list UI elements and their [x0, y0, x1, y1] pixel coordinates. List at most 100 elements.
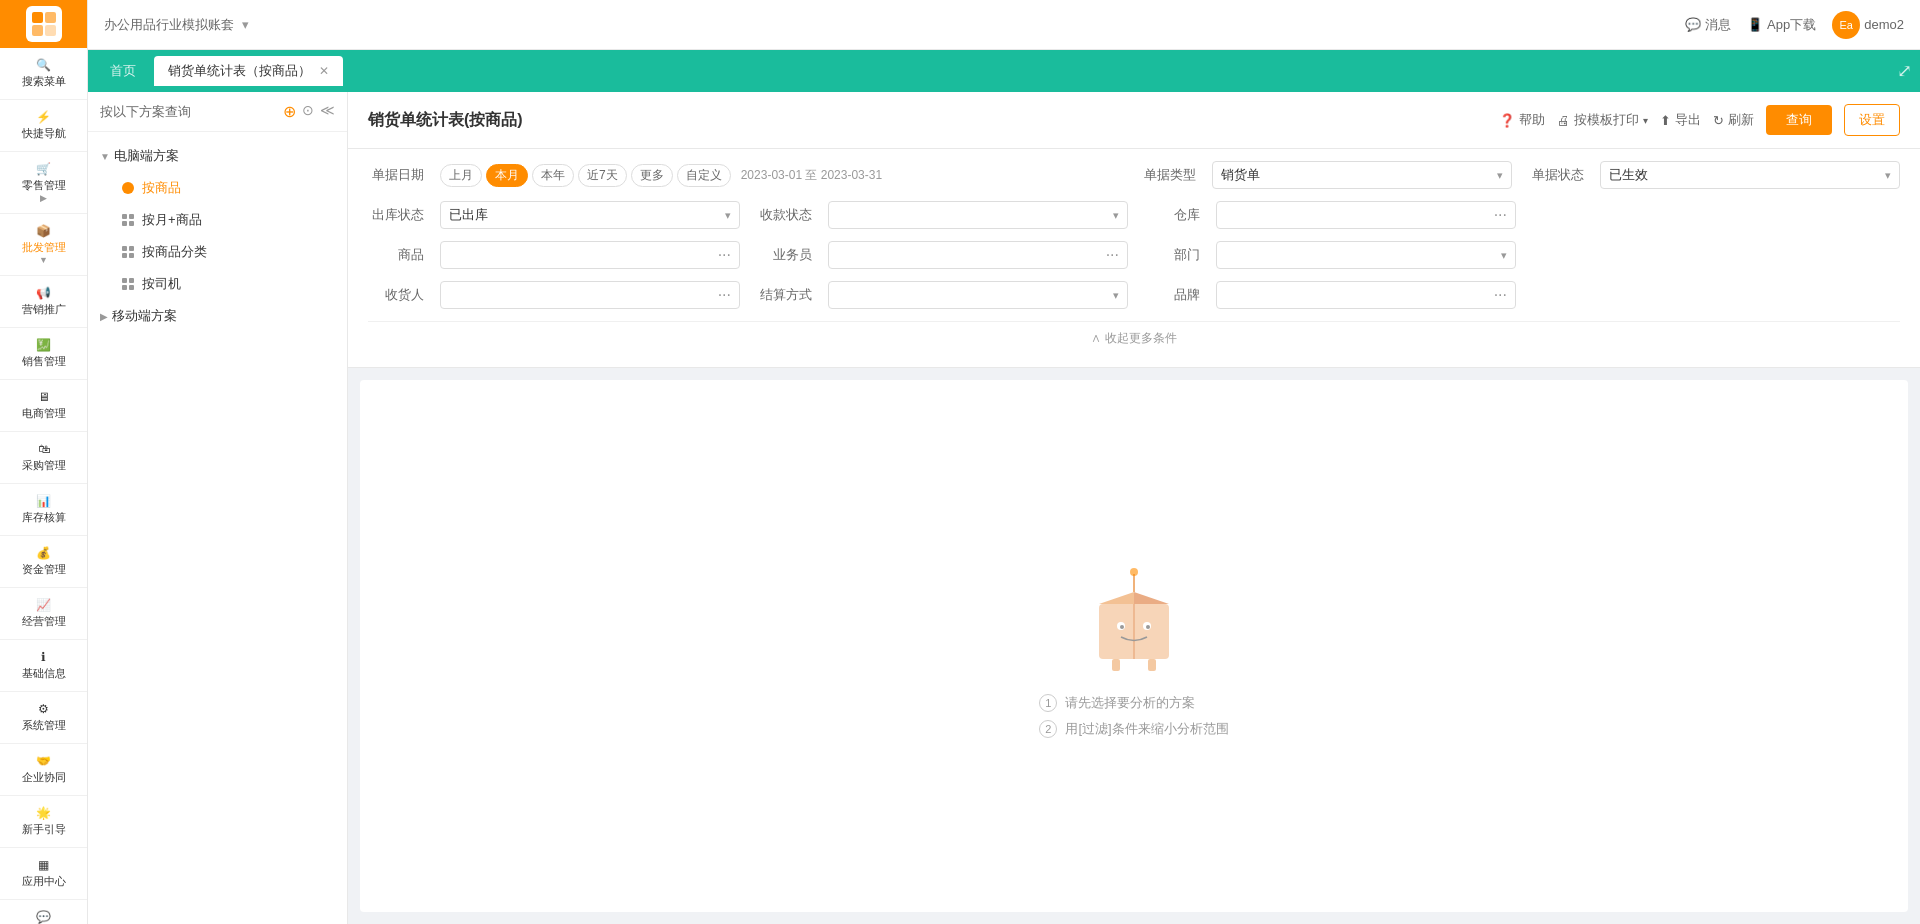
sidebar-item-quick-nav[interactable]: ⚡ 快捷导航	[0, 100, 87, 152]
product-more-icon: ···	[718, 246, 731, 264]
tree-item-by-category-label: 按商品分类	[142, 243, 207, 261]
message-button[interactable]: 💬 消息	[1685, 16, 1731, 34]
side-panel-icons: ⊕ ⊙ ≪	[283, 102, 335, 121]
help-button[interactable]: ❓ 帮助	[1499, 111, 1545, 129]
date-btn-custom[interactable]: 自定义	[677, 164, 731, 187]
settings-plan-icon[interactable]: ⊙	[302, 102, 314, 121]
svg-rect-9	[122, 246, 127, 251]
sidebar-item-marketing[interactable]: 📢 营销推广	[0, 276, 87, 328]
tree-item-by-product[interactable]: 按商品	[108, 172, 347, 204]
sidebar-item-inventory[interactable]: 📊 库存核算	[0, 484, 87, 536]
tip-2-number: 2	[1039, 720, 1057, 738]
sub-tree-desktop: 按商品 按月+商品 按商品分类	[88, 172, 347, 300]
collapse-filters-button[interactable]: ∧ 收起更多条件	[368, 321, 1900, 355]
receiver-input[interactable]: ···	[440, 281, 740, 309]
system-icon: ⚙	[38, 702, 49, 716]
add-plan-icon[interactable]: ⊕	[283, 102, 296, 121]
export-label: 导出	[1675, 111, 1701, 129]
sidebar-item-apps[interactable]: ▦ 应用中心	[0, 848, 87, 900]
side-panel-title: 按以下方案查询	[100, 103, 191, 121]
date-btn-more[interactable]: 更多	[631, 164, 673, 187]
sidebar-wholesale-label: 批发管理	[22, 240, 66, 255]
out-status-select[interactable]: 已出库 ▾	[440, 201, 740, 229]
doc-status-value: 已生效	[1609, 166, 1648, 184]
refresh-button[interactable]: ↻ 刷新	[1713, 111, 1754, 129]
sidebar-item-basic[interactable]: ℹ 基础信息	[0, 640, 87, 692]
sidebar-item-finance[interactable]: 💰 资金管理	[0, 536, 87, 588]
sidebar-item-retail[interactable]: 🛒 零售管理 ▶	[0, 152, 87, 214]
tree-item-by-category[interactable]: 按商品分类	[108, 236, 347, 268]
sidebar-item-sales[interactable]: 💹 销售管理	[0, 328, 87, 380]
nav-icon: ⚡	[36, 110, 51, 124]
workspace-dropdown-icon[interactable]: ▾	[242, 17, 249, 32]
sidebar-item-purchase[interactable]: 🛍 采购管理	[0, 432, 87, 484]
sidebar-item-corp[interactable]: 🤝 企业协同	[0, 744, 87, 796]
app-download-button[interactable]: 📱 App下载	[1747, 16, 1816, 34]
svg-rect-16	[129, 285, 134, 290]
date-btn-this-month[interactable]: 本月	[486, 164, 528, 187]
staff-input[interactable]: ···	[828, 241, 1128, 269]
user-menu[interactable]: Ea demo2	[1832, 11, 1904, 39]
doc-status-select[interactable]: 已生效 ▾	[1600, 161, 1900, 189]
empty-tips: 1 请先选择要分析的方案 2 用[过滤]条件来缩小分析范围	[1039, 694, 1228, 738]
date-btn-last-7[interactable]: 近7天	[578, 164, 627, 187]
tree-item-by-month-product[interactable]: 按月+商品	[108, 204, 347, 236]
tree-item-by-driver[interactable]: 按司机	[108, 268, 347, 300]
sidebar-basic-label: 基础信息	[22, 666, 66, 681]
tree-mobile-group[interactable]: ▶ 移动端方案	[88, 300, 347, 332]
ops-icon: 📈	[36, 598, 51, 612]
product-label: 商品	[368, 246, 424, 264]
dept-arrow-icon: ▾	[1501, 249, 1507, 262]
svg-point-26	[1130, 568, 1138, 576]
tree-arrow-right-icon: ▶	[100, 311, 108, 322]
product-input[interactable]: ···	[440, 241, 740, 269]
sidebar-item-system[interactable]: ⚙ 系统管理	[0, 692, 87, 744]
export-button[interactable]: ⬆ 导出	[1660, 111, 1701, 129]
home-tab-label: 首页	[110, 62, 136, 80]
filter-row-4: 收货人 ··· 结算方式 ▾ 品牌 ···	[368, 281, 1900, 309]
app-download-label: App下载	[1767, 16, 1816, 34]
sidebar-item-ops[interactable]: 📈 经营管理	[0, 588, 87, 640]
print-button[interactable]: 🖨 按模板打印 ▾	[1557, 111, 1648, 129]
page-actions: ❓ 帮助 🖨 按模板打印 ▾ ⬆ 导出 ↻ 刷新	[1499, 104, 1900, 136]
collapse-panel-icon[interactable]: ≪	[320, 102, 335, 121]
sidebar-marketing-label: 营销推广	[22, 302, 66, 317]
svg-rect-7	[122, 221, 127, 226]
tab-expand-button[interactable]: ⤢	[1897, 60, 1912, 82]
content-wrapper: 按以下方案查询 ⊕ ⊙ ≪ ▼ 电脑端方案 按商品	[88, 92, 1920, 924]
tree-mobile-label: 移动端方案	[112, 307, 177, 325]
apps-icon: ▦	[38, 858, 49, 872]
tab-sales-stat[interactable]: 销货单统计表（按商品） ✕	[154, 56, 343, 86]
grid-icon-1	[120, 212, 136, 228]
header-workspace: 办公用品行业模拟账套 ▾	[104, 16, 249, 34]
sidebar: 🔍 搜索菜单 ⚡ 快捷导航 🛒 零售管理 ▶ 📦 批发管理 ▼ 📢 营销推广 💹…	[0, 0, 88, 924]
dept-select[interactable]: ▾	[1216, 241, 1516, 269]
filter-area: 单据日期 上月 本月 本年 近7天 更多 自定义 2023-03-01 至 20…	[348, 149, 1920, 368]
sidebar-item-ecommerce[interactable]: 🖥 电商管理	[0, 380, 87, 432]
svg-point-4	[122, 182, 134, 194]
tab-home[interactable]: 首页	[96, 56, 150, 86]
sidebar-item-wholesale[interactable]: 📦 批发管理 ▼	[0, 214, 87, 276]
query-button[interactable]: 查询	[1766, 105, 1832, 135]
doc-type-select[interactable]: 销货单 ▾	[1212, 161, 1512, 189]
sidebar-item-search[interactable]: 🔍 搜索菜单	[0, 48, 87, 100]
receiver-more-icon: ···	[718, 286, 731, 304]
tab-bar: 首页 销货单统计表（按商品） ✕ ⤢	[88, 50, 1920, 92]
filter-row-3: 商品 ··· 业务员 ··· 部门 ▾	[368, 241, 1900, 269]
tab-close-icon[interactable]: ✕	[319, 64, 329, 78]
export-icon: ⬆	[1660, 113, 1671, 128]
recv-status-select[interactable]: ▾	[828, 201, 1128, 229]
sidebar-item-wechat[interactable]: 💬 企业微信	[0, 900, 87, 924]
brand-input[interactable]: ···	[1216, 281, 1516, 309]
tree-desktop-group[interactable]: ▼ 电脑端方案	[88, 140, 347, 172]
marketing-icon: 📢	[36, 286, 51, 300]
main-area: 办公用品行业模拟账套 ▾ 💬 消息 📱 App下载 Ea demo2 首页	[88, 0, 1920, 924]
warehouse-input[interactable]: ···	[1216, 201, 1516, 229]
payment-arrow-icon: ▾	[1113, 289, 1119, 302]
page-title: 销货单统计表(按商品)	[368, 110, 523, 131]
payment-select[interactable]: ▾	[828, 281, 1128, 309]
date-btn-last-month[interactable]: 上月	[440, 164, 482, 187]
date-btn-this-year[interactable]: 本年	[532, 164, 574, 187]
settings-button[interactable]: 设置	[1844, 104, 1900, 136]
sidebar-item-guide[interactable]: 🌟 新手引导	[0, 796, 87, 848]
